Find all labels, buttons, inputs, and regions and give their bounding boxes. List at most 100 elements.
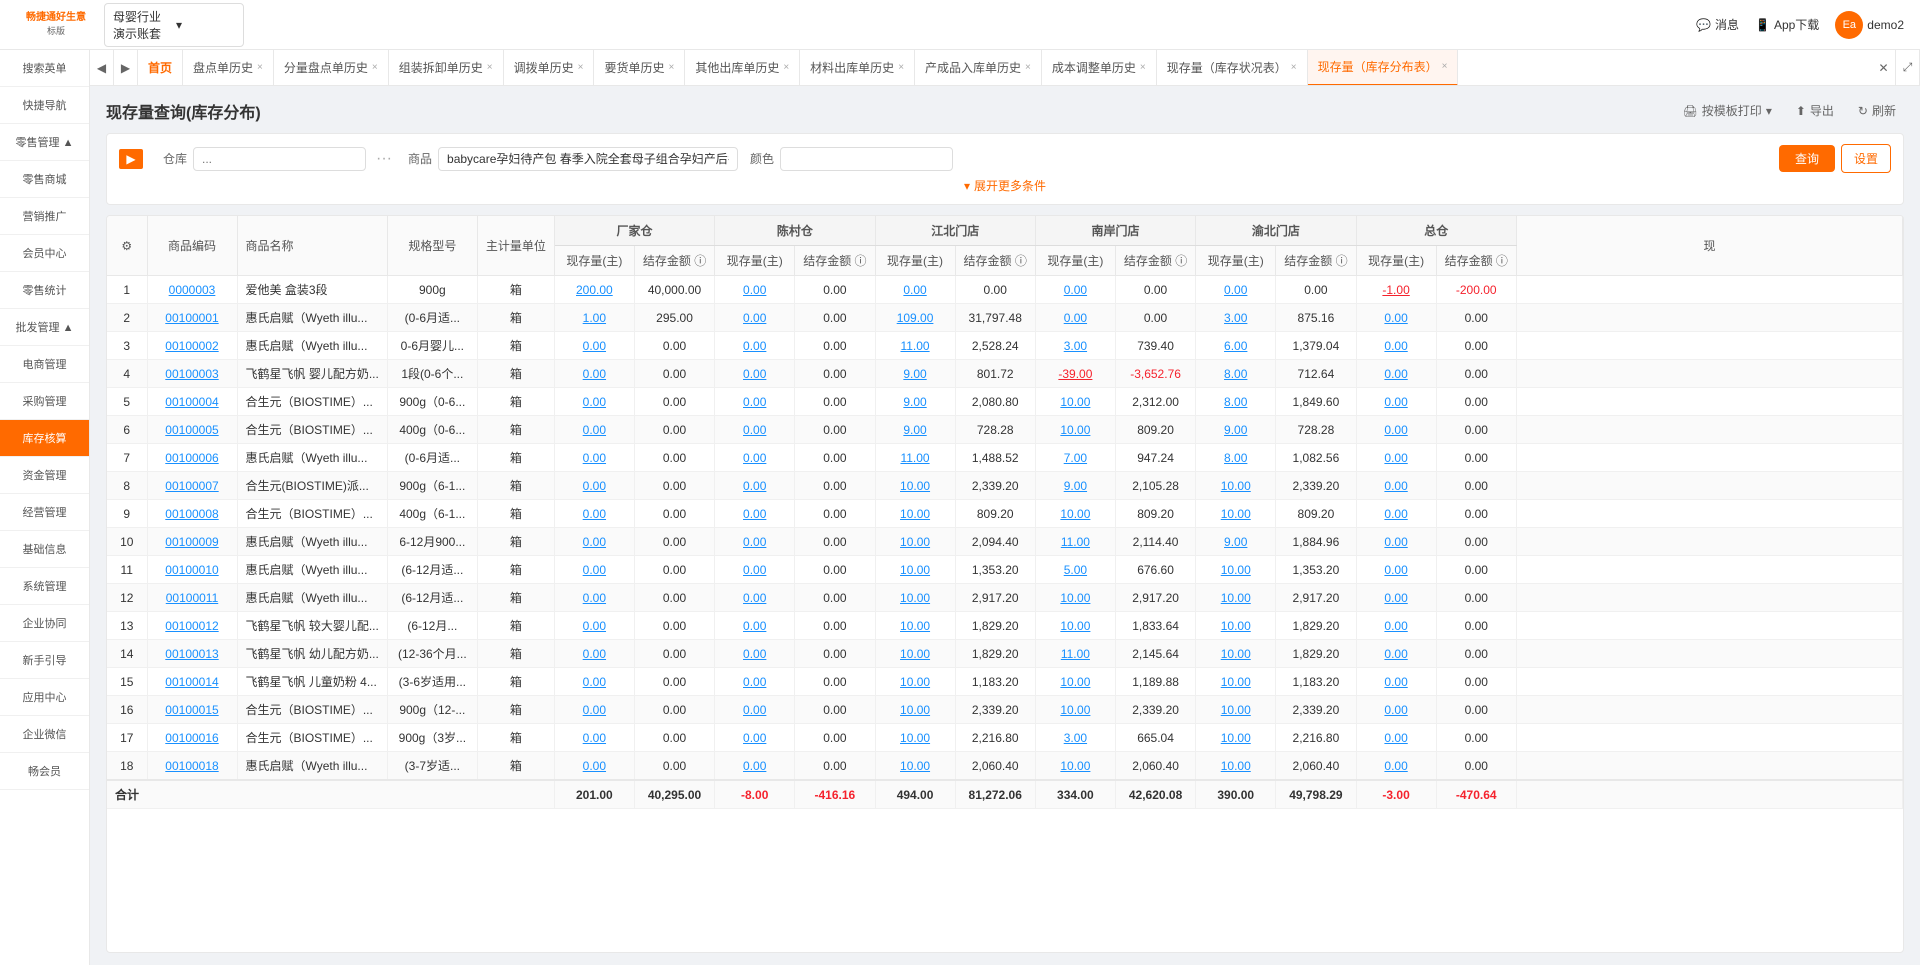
th-settings[interactable]: ⚙ [107, 216, 147, 276]
td-tot-qty[interactable]: 0.00 [1356, 472, 1436, 500]
td-cn-qty[interactable]: 0.00 [715, 556, 795, 584]
td-jb-qty[interactable]: 0.00 [875, 276, 955, 304]
td-cn-qty[interactable]: 0.00 [715, 584, 795, 612]
td-yb-qty[interactable]: 10.00 [1196, 668, 1276, 696]
td-yb-qty[interactable]: 10.00 [1196, 752, 1276, 781]
td-fac-qty[interactable]: 0.00 [554, 444, 634, 472]
tab-close-all-btn[interactable]: ✕ [1872, 50, 1896, 86]
td-na-qty[interactable]: 10.00 [1035, 416, 1115, 444]
tab-4[interactable]: 调拨单历史× [504, 50, 595, 86]
tab-close-btn-6[interactable]: × [783, 62, 789, 73]
td-tot-qty[interactable]: 0.00 [1356, 444, 1436, 472]
color-input[interactable] [780, 147, 953, 171]
tab-close-btn-11[interactable]: × [1442, 61, 1448, 72]
td-fac-qty[interactable]: 0.00 [554, 332, 634, 360]
td-yb-qty[interactable]: 9.00 [1196, 528, 1276, 556]
td-jb-qty[interactable]: 10.00 [875, 500, 955, 528]
warehouse-input[interactable] [193, 147, 366, 171]
td-cn-qty[interactable]: 0.00 [715, 416, 795, 444]
td-na-qty[interactable]: 10.00 [1035, 696, 1115, 724]
td-na-qty[interactable]: 5.00 [1035, 556, 1115, 584]
tab-close-btn-1[interactable]: × [257, 62, 263, 73]
td-tot-qty[interactable]: 0.00 [1356, 332, 1436, 360]
td-cn-qty[interactable]: 0.00 [715, 472, 795, 500]
tab-close-btn-8[interactable]: × [1025, 62, 1031, 73]
td-fac-qty[interactable]: 0.00 [554, 556, 634, 584]
td-fac-qty[interactable]: 1.00 [554, 304, 634, 332]
td-yb-qty[interactable]: 10.00 [1196, 696, 1276, 724]
td-na-qty[interactable]: 10.00 [1035, 752, 1115, 781]
td-tot-qty[interactable]: 0.00 [1356, 696, 1436, 724]
td-cn-qty[interactable]: 0.00 [715, 528, 795, 556]
tab-2[interactable]: 分量盘点单历史× [274, 50, 389, 86]
tab-close-btn-5[interactable]: × [668, 62, 674, 73]
td-yb-qty[interactable]: 3.00 [1196, 304, 1276, 332]
td-cn-qty[interactable]: 0.00 [715, 668, 795, 696]
td-cn-qty[interactable]: 0.00 [715, 500, 795, 528]
td-yb-qty[interactable]: 10.00 [1196, 612, 1276, 640]
industry-select[interactable]: 母婴行业演示账套 ▾ [104, 3, 244, 47]
tab-11[interactable]: 现存量（库存分布表）× [1308, 50, 1459, 86]
td-fac-qty[interactable]: 0.00 [554, 696, 634, 724]
td-fac-qty[interactable]: 0.00 [554, 388, 634, 416]
td-jb-qty[interactable]: 10.00 [875, 640, 955, 668]
td-na-qty[interactable]: 10.00 [1035, 668, 1115, 696]
tab-5[interactable]: 要货单历史× [594, 50, 685, 86]
filter-toggle-btn[interactable]: ▶ [119, 149, 143, 169]
tab-close-btn-9[interactable]: × [1140, 62, 1146, 73]
td-jb-qty[interactable]: 11.00 [875, 444, 955, 472]
td-fac-qty[interactable]: 0.00 [554, 416, 634, 444]
tab-close-btn-3[interactable]: × [487, 62, 493, 73]
td-na-qty[interactable]: 3.00 [1035, 332, 1115, 360]
td-jb-qty[interactable]: 10.00 [875, 472, 955, 500]
td-yb-qty[interactable]: 6.00 [1196, 332, 1276, 360]
td-fac-qty[interactable]: 0.00 [554, 640, 634, 668]
td-na-qty[interactable]: 10.00 [1035, 388, 1115, 416]
td-yb-qty[interactable]: 8.00 [1196, 388, 1276, 416]
td-tot-qty[interactable]: 0.00 [1356, 640, 1436, 668]
td-fac-qty[interactable]: 0.00 [554, 360, 634, 388]
td-na-qty[interactable]: 3.00 [1035, 724, 1115, 752]
td-tot-qty[interactable]: 0.00 [1356, 612, 1436, 640]
tab-close-btn-2[interactable]: × [372, 62, 378, 73]
sidebar-item-搜索英单[interactable]: 搜索英单 [0, 50, 89, 87]
td-cn-qty[interactable]: 0.00 [715, 752, 795, 781]
td-cn-qty[interactable]: 0.00 [715, 304, 795, 332]
td-code[interactable]: 00100012 [147, 612, 237, 640]
sidebar-item-应用中心[interactable]: 应用中心 [0, 679, 89, 716]
td-na-qty[interactable]: -39.00 [1035, 360, 1115, 388]
td-na-qty[interactable]: 10.00 [1035, 584, 1115, 612]
td-cn-qty[interactable]: 0.00 [715, 360, 795, 388]
td-tot-qty[interactable]: 0.00 [1356, 304, 1436, 332]
tab-1[interactable]: 盘点单历史× [183, 50, 274, 86]
td-fac-qty[interactable]: 0.00 [554, 472, 634, 500]
sidebar-item-基础信息[interactable]: 基础信息 [0, 531, 89, 568]
td-yb-qty[interactable]: 8.00 [1196, 444, 1276, 472]
td-code[interactable]: 00100011 [147, 584, 237, 612]
td-fac-qty[interactable]: 0.00 [554, 584, 634, 612]
tab-6[interactable]: 其他出库单历史× [685, 50, 800, 86]
expand-btn[interactable]: ▾ 展开更多条件 [964, 177, 1046, 194]
product-input[interactable] [438, 147, 738, 171]
td-tot-qty[interactable]: 0.00 [1356, 556, 1436, 584]
td-fac-qty[interactable]: 0.00 [554, 528, 634, 556]
td-fac-qty[interactable]: 0.00 [554, 724, 634, 752]
td-tot-qty[interactable]: 0.00 [1356, 724, 1436, 752]
td-na-qty[interactable]: 9.00 [1035, 472, 1115, 500]
td-yb-qty[interactable]: 8.00 [1196, 360, 1276, 388]
sidebar-item-会员中心[interactable]: 会员中心 [0, 235, 89, 272]
td-tot-qty[interactable]: 0.00 [1356, 388, 1436, 416]
sidebar-item-零售商城[interactable]: 零售商城 [0, 161, 89, 198]
sidebar-item-新手引导[interactable]: 新手引导 [0, 642, 89, 679]
td-tot-qty[interactable]: 0.00 [1356, 668, 1436, 696]
user-area[interactable]: Ea demo2 [1835, 11, 1904, 39]
td-code[interactable]: 00100015 [147, 696, 237, 724]
td-na-qty[interactable]: 10.00 [1035, 612, 1115, 640]
sidebar-item-营销推广[interactable]: 营销推广 [0, 198, 89, 235]
td-yb-qty[interactable]: 9.00 [1196, 416, 1276, 444]
td-yb-qty[interactable]: 10.00 [1196, 584, 1276, 612]
td-code[interactable]: 00100001 [147, 304, 237, 332]
sidebar-item-畅会员[interactable]: 畅会员 [0, 753, 89, 790]
tab-fullscreen-btn[interactable]: ⤢ [1896, 50, 1920, 86]
sidebar-item-零售管理[interactable]: 零售管理 ▲ [0, 124, 89, 161]
